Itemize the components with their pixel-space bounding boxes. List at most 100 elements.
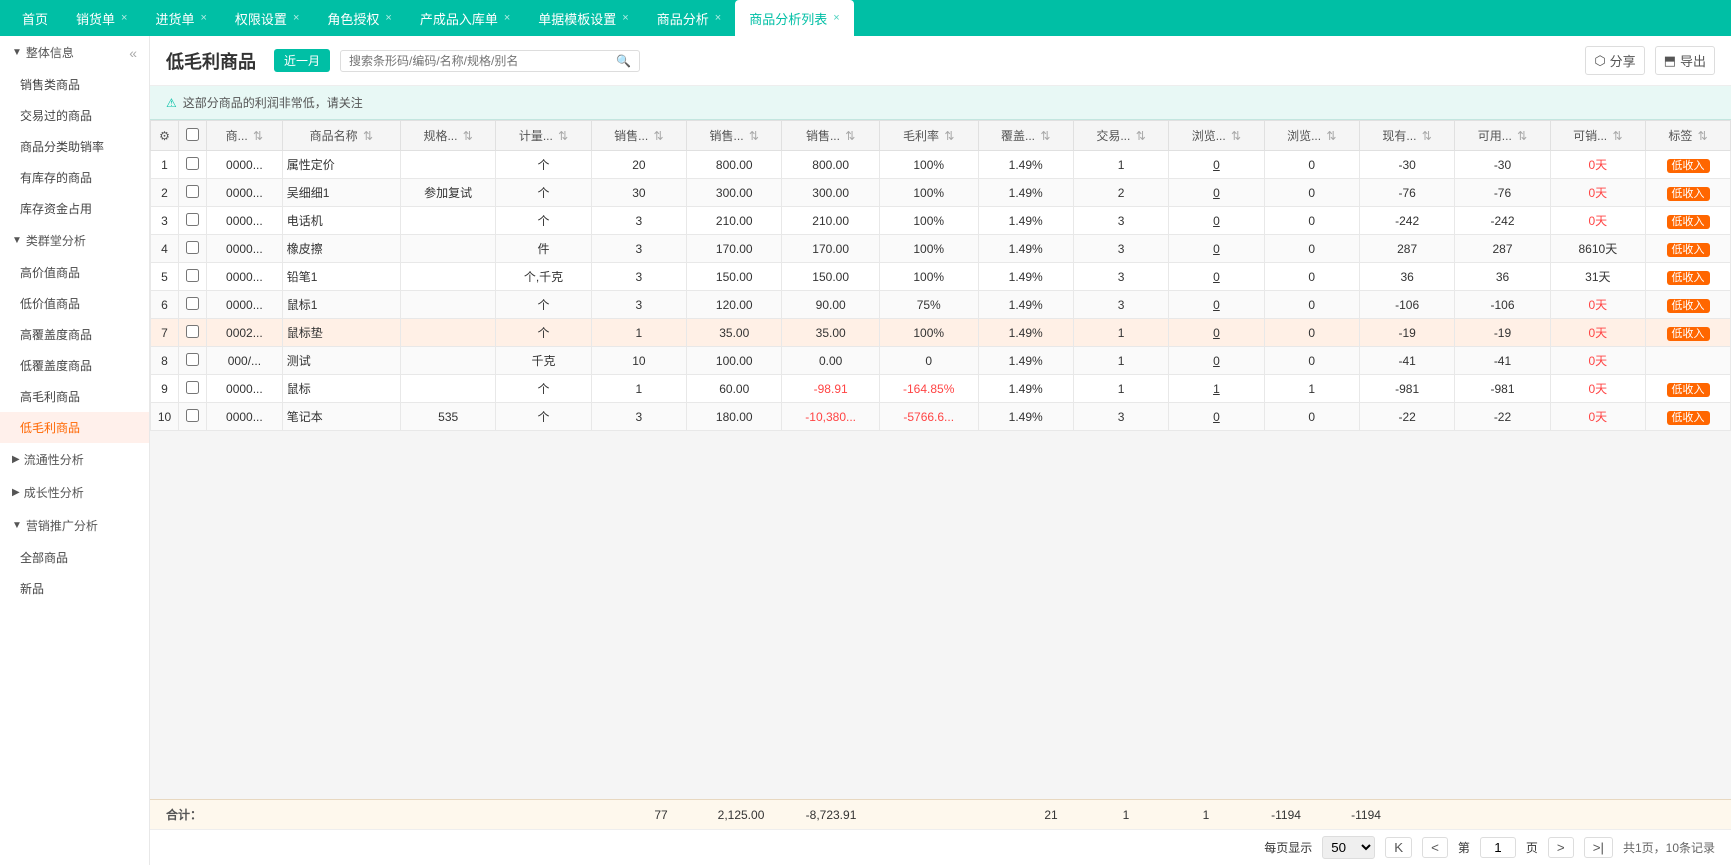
row-select-checkbox[interactable] [186,353,199,366]
row-select-checkbox[interactable] [186,157,199,170]
nav-products[interactable]: 产成品入库单 × [406,0,524,36]
sidebar-group-overall[interactable]: ▼ 整体信息 « [0,36,149,69]
sidebar-group-flow[interactable]: ▶ 流通性分析 [0,443,149,476]
sidebar-item-all-goods[interactable]: 全部商品 [0,542,149,573]
nav-permissions[interactable]: 权限设置 × [221,0,313,36]
first-page-button[interactable]: K [1385,837,1412,858]
col-name[interactable]: 商品名称 ⇅ [282,121,400,151]
sidebar-group-cluster[interactable]: ▼ 类群堂分析 [0,224,149,257]
row-checkbox[interactable] [179,179,207,207]
sidebar-item-low-value[interactable]: 低价值商品 [0,288,149,319]
nav-products-close[interactable]: × [504,12,510,24]
col-sale-price[interactable]: 销售... ⇅ [687,121,782,151]
col-view1[interactable]: 浏览... ⇅ [1169,121,1264,151]
export-button[interactable]: ⬒ 导出 [1655,46,1715,75]
row-checkbox[interactable] [179,207,207,235]
row-checkbox[interactable] [179,151,207,179]
sidebar-item-high-value[interactable]: 高价值商品 [0,257,149,288]
row-view1[interactable]: 0 [1169,403,1264,431]
col-saleable[interactable]: 可销... ⇅ [1550,121,1645,151]
col-sale-profit[interactable]: 销售... ⇅ [782,121,879,151]
sidebar-item-low-margin[interactable]: 低毛利商品 [0,412,149,443]
sidebar-item-traded-goods[interactable]: 交易过的商品 [0,100,149,131]
col-view2[interactable]: 浏览... ⇅ [1264,121,1359,151]
col-sale-qty[interactable]: 销售... ⇅ [591,121,686,151]
share-button[interactable]: ⬡ 分享 [1585,46,1644,75]
row-select-checkbox[interactable] [186,269,199,282]
row-checkbox[interactable] [179,235,207,263]
col-available[interactable]: 可用... ⇅ [1455,121,1550,151]
row-checkbox[interactable] [179,319,207,347]
nav-roles-close[interactable]: × [385,12,391,24]
row-checkbox[interactable] [179,375,207,403]
nav-roles[interactable]: 角色授权 × [313,0,405,36]
sidebar-group-marketing[interactable]: ▼ 营销推广分析 [0,509,149,542]
row-select-checkbox[interactable] [186,325,199,338]
nav-home[interactable]: 首页 [8,0,62,36]
row-view2: 0 [1264,235,1359,263]
sidebar-item-new-goods[interactable]: 新品 [0,573,149,604]
col-current[interactable]: 现有... ⇅ [1359,121,1454,151]
last-page-button[interactable]: >| [1584,837,1613,858]
row-view1[interactable]: 1 [1169,375,1264,403]
sidebar-item-category-rate[interactable]: 商品分类助销率 [0,131,149,162]
col-checkbox-all[interactable] [179,121,207,151]
page-size-select[interactable]: 50 100 200 [1322,836,1375,859]
tag-badge: 低收入 [1667,243,1710,257]
date-filter-button[interactable]: 近一月 [274,49,330,72]
sidebar-item-low-coverage[interactable]: 低覆盖度商品 [0,350,149,381]
nav-template-close[interactable]: × [622,12,628,24]
row-select-checkbox[interactable] [186,213,199,226]
nav-analysis-list[interactable]: 商品分析列表 × [735,0,853,36]
prev-page-button[interactable]: < [1422,837,1448,858]
row-view1[interactable]: 0 [1169,179,1264,207]
row-view1[interactable]: 0 [1169,291,1264,319]
nav-purchase[interactable]: 进货单 × [141,0,220,36]
sidebar-item-high-coverage[interactable]: 高覆盖度商品 [0,319,149,350]
nav-analysis-close[interactable]: × [715,12,721,24]
row-select-checkbox[interactable] [186,297,199,310]
row-view1[interactable]: 0 [1169,207,1264,235]
row-num: 4 [151,235,179,263]
nav-permissions-close[interactable]: × [293,12,299,24]
col-unit[interactable]: 计量... ⇅ [496,121,591,151]
col-trade[interactable]: 交易... ⇅ [1073,121,1168,151]
col-spec[interactable]: 规格... ⇅ [400,121,495,151]
sidebar-item-capital[interactable]: 库存资金占用 [0,193,149,224]
search-icon[interactable]: 🔍 [616,54,631,68]
row-checkbox[interactable] [179,291,207,319]
nav-analysis-list-close[interactable]: × [833,12,839,24]
col-code[interactable]: 商... ⇅ [207,121,283,151]
row-select-checkbox[interactable] [186,241,199,254]
row-select-checkbox[interactable] [186,381,199,394]
row-select-checkbox[interactable] [186,185,199,198]
sidebar-item-stock-goods[interactable]: 有库存的商品 [0,162,149,193]
col-tag[interactable]: 标签 ⇅ [1646,121,1731,151]
sidebar-group-growth[interactable]: ▶ 成长性分析 [0,476,149,509]
search-input[interactable] [349,54,616,68]
col-gross-margin[interactable]: 毛利率 ⇅ [879,121,978,151]
row-view1[interactable]: 0 [1169,235,1264,263]
row-checkbox[interactable] [179,263,207,291]
select-all-checkbox[interactable] [186,128,199,141]
col-config[interactable]: ⚙ [151,121,179,151]
nav-analysis[interactable]: 商品分析 × [643,0,735,36]
row-view1[interactable]: 0 [1169,319,1264,347]
sidebar-item-sales-goods[interactable]: 销售类商品 [0,69,149,100]
row-view1[interactable]: 0 [1169,263,1264,291]
row-view1[interactable]: 0 [1169,347,1264,375]
row-select-checkbox[interactable] [186,409,199,422]
nav-purchase-close[interactable]: × [200,12,206,24]
next-page-button[interactable]: > [1548,837,1574,858]
nav-template[interactable]: 单据模板设置 × [524,0,642,36]
nav-sales-close[interactable]: × [121,12,127,24]
col-coverage[interactable]: 覆盖... ⇅ [978,121,1073,151]
page-number-input[interactable] [1480,837,1516,858]
sidebar-item-high-margin[interactable]: 高毛利商品 [0,381,149,412]
row-checkbox[interactable] [179,403,207,431]
nav-sales[interactable]: 销货单 × [62,0,141,36]
sidebar-collapse-icon[interactable]: « [129,45,137,61]
row-trade: 3 [1073,263,1168,291]
row-checkbox[interactable] [179,347,207,375]
row-view1[interactable]: 0 [1169,151,1264,179]
